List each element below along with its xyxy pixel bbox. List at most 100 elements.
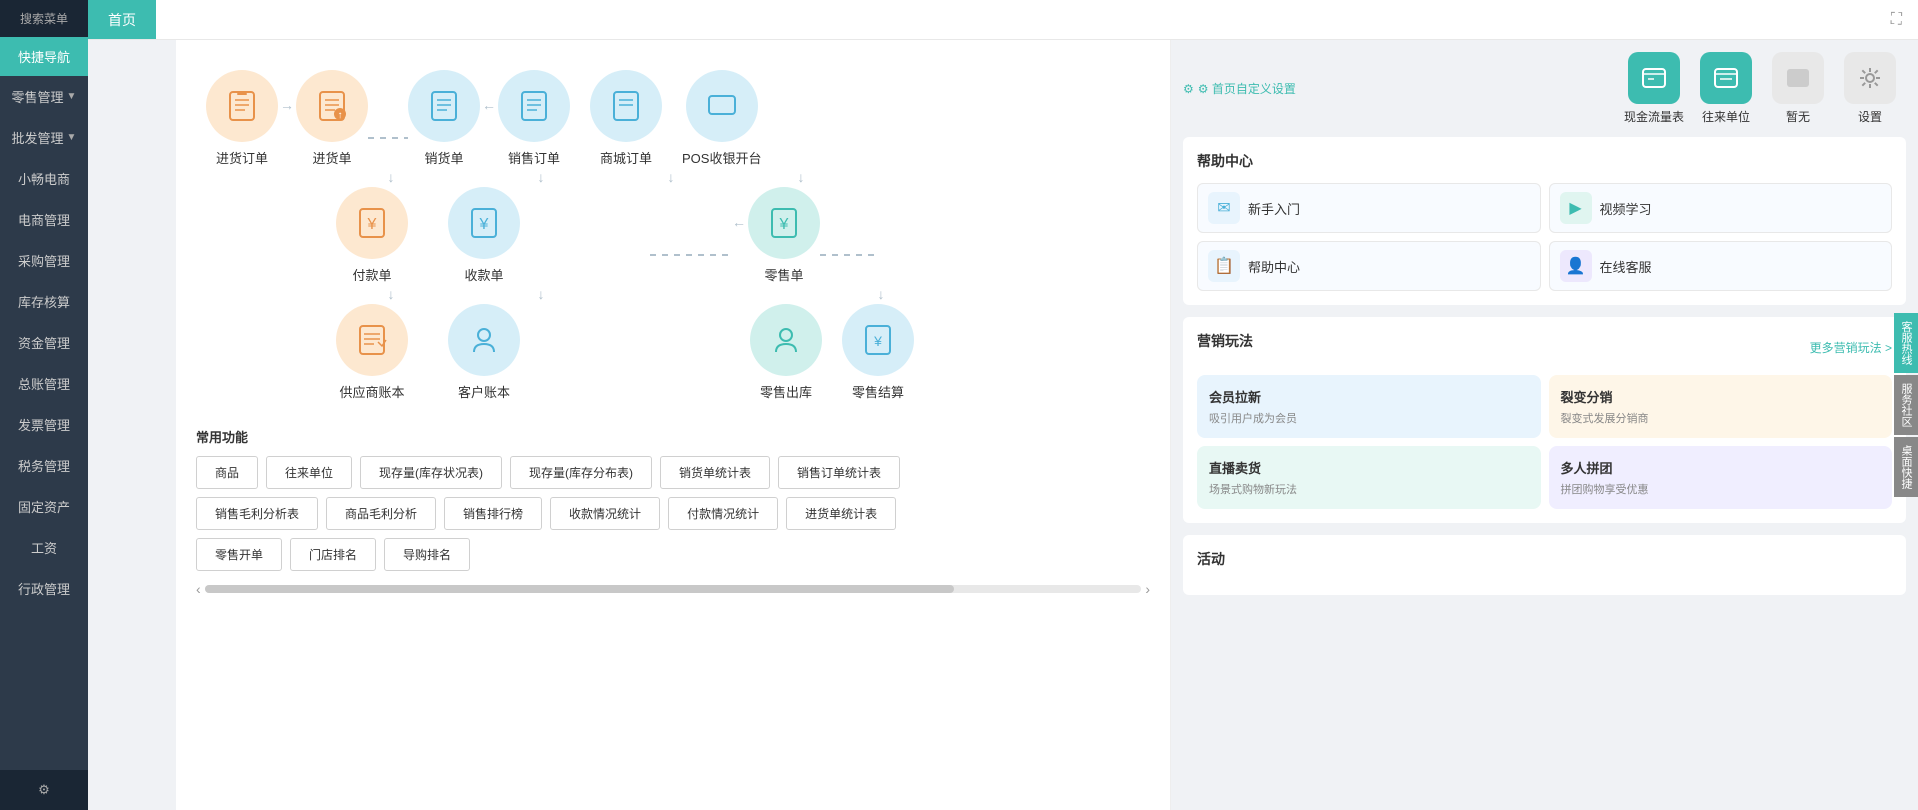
sidebar-item-finance[interactable]: 资金管理 — [0, 322, 88, 363]
sidebar-item-ledger[interactable]: 总账管理 — [0, 363, 88, 404]
sidebar-item-ecom-mgmt[interactable]: 电商管理 — [0, 199, 88, 240]
node-jinghuo-order[interactable]: 进货订单 — [206, 70, 278, 167]
node-supplier-account[interactable]: 供应商账本 — [336, 304, 408, 401]
gear-icon: ⚙ — [38, 782, 50, 797]
sidebar-item-purchase[interactable]: 采购管理 — [0, 240, 88, 281]
node-payment-out[interactable]: ¥ 付款单 — [336, 187, 408, 284]
sidebar-item-tax[interactable]: 税务管理 — [0, 445, 88, 486]
common-functions-title: 常用功能 — [196, 427, 1150, 446]
activity-title: 活动 — [1197, 549, 1892, 569]
node-payment-in[interactable]: ¥ 收款单 — [448, 187, 520, 284]
fn-btn-product[interactable]: 商品 — [196, 456, 258, 489]
sidebar-item-invoice[interactable]: 发票管理 — [0, 404, 88, 445]
sidebar-quicknav[interactable]: 快捷导航 — [0, 37, 88, 76]
arrow-right-1: → — [280, 97, 294, 141]
help-item-help[interactable]: 📋 帮助中心 — [1197, 241, 1541, 291]
scroll-right-arrow[interactable]: › — [1145, 581, 1150, 597]
node-retail-settle[interactable]: ¥ 零售结算 — [842, 304, 914, 401]
float-btn-desktop[interactable]: 桌面快捷 — [1894, 437, 1918, 497]
cashflow-icon-box — [1628, 52, 1680, 104]
cashflow-label: 现金流量表 — [1624, 108, 1684, 125]
marketing-item-member[interactable]: 会员拉新 吸引用户成为会员 — [1197, 375, 1541, 438]
sidebar-search[interactable]: 搜索菜单 — [0, 0, 88, 37]
common-functions-row3: 零售开单 门店排名 导购排名 — [196, 538, 1150, 571]
fn-btn-contacts[interactable]: 往来单位 — [266, 456, 352, 489]
tab-home[interactable]: 首页 — [88, 0, 156, 39]
scroll-track[interactable] — [205, 585, 1142, 593]
fn-btn-sales-stats[interactable]: 销货单统计表 — [660, 456, 770, 489]
quick-icon-contacts[interactable]: 往来单位 — [1690, 52, 1762, 125]
fn-btn-sales-order-stats[interactable]: 销售订单统计表 — [778, 456, 900, 489]
sidebar-item-inventory[interactable]: 库存核算 — [0, 281, 88, 322]
sidebar-item-wholesale[interactable]: 批发管理 ▼ — [0, 117, 88, 158]
contacts-icon-box — [1700, 52, 1752, 104]
arrow-down-jinghuo: ↓ — [336, 169, 446, 185]
node-customer-account[interactable]: 客户账本 — [448, 304, 520, 401]
fn-btn-purchase-stats[interactable]: 进货单统计表 — [786, 497, 896, 530]
float-btn-community[interactable]: 服务社区 — [1894, 375, 1918, 435]
topbar-right: ⛶ — [1891, 11, 1918, 29]
help-icon: 📋 — [1208, 250, 1240, 282]
common-functions-row1: 商品 往来单位 现存量(库存状况表) 现存量(库存分布表) 销货单统计表 销售订… — [196, 456, 1150, 489]
left-panel: 进货订单 → ↑ 进货单 销货单 — [176, 40, 1171, 810]
none-label: 暂无 — [1786, 108, 1810, 125]
customize-settings-link[interactable]: ⚙ ⚙ 首页自定义设置 — [1183, 80, 1296, 97]
fn-btn-gross-analysis[interactable]: 销售毛利分析表 — [196, 497, 318, 530]
beginner-label: 新手入门 — [1248, 199, 1300, 218]
sidebar-item-assets[interactable]: 固定资产 — [0, 486, 88, 527]
help-item-service[interactable]: 👤 在线客服 — [1549, 241, 1893, 291]
fn-btn-payment-stats[interactable]: 付款情况统计 — [668, 497, 778, 530]
more-marketing-link[interactable]: 更多营销玩法 > — [1810, 339, 1892, 356]
scroll-left-arrow[interactable]: ‹ — [196, 581, 201, 597]
arrow-left-retail: ← — [732, 214, 746, 258]
node-retail-dan[interactable]: ¥ 零售单 — [748, 187, 820, 284]
sidebar-item-admin[interactable]: 行政管理 — [0, 568, 88, 609]
sidebar-item-label: 行政管理 — [18, 579, 70, 598]
sidebar-item-ecom[interactable]: 小畅电商 — [0, 158, 88, 199]
node-jinghuo-dan[interactable]: ↑ 进货单 — [296, 70, 368, 167]
node-mall-order[interactable]: 商城订单 — [590, 70, 662, 167]
node-retail-out[interactable]: 零售出库 — [750, 304, 822, 401]
sidebar-item-label: 电商管理 — [18, 210, 70, 229]
marketing-item-group[interactable]: 多人拼团 拼团购物享受优惠 — [1549, 446, 1893, 509]
marketing-item-live[interactable]: 直播卖货 场景式购物新玩法 — [1197, 446, 1541, 509]
fn-btn-guide-rank[interactable]: 导购排名 — [384, 538, 470, 571]
common-functions-row2: 销售毛利分析表 商品毛利分析 销售排行榜 收款情况统计 付款情况统计 进货单统计… — [196, 497, 1150, 530]
sidebar-item-label: 库存核算 — [18, 292, 70, 311]
svg-text:¥: ¥ — [367, 216, 377, 233]
svg-text:¥: ¥ — [479, 216, 489, 233]
sidebar-item-retail[interactable]: 零售管理 ▼ — [0, 76, 88, 117]
fn-btn-store-rank[interactable]: 门店排名 — [290, 538, 376, 571]
fn-btn-stock-status[interactable]: 现存量(库存状况表) — [360, 456, 502, 489]
node-xiao-dan[interactable]: 销货单 — [408, 70, 480, 167]
quick-icon-settings[interactable]: 设置 — [1834, 52, 1906, 125]
sidebar-item-label: 采购管理 — [18, 251, 70, 270]
video-icon: ▶ — [1560, 192, 1592, 224]
help-item-video[interactable]: ▶ 视频学习 — [1549, 183, 1893, 233]
common-functions: 常用功能 商品 往来单位 现存量(库存状况表) 现存量(库存分布表) 销货单统计… — [196, 427, 1150, 597]
fn-btn-receipt-stats[interactable]: 收款情况统计 — [550, 497, 660, 530]
fn-btn-product-gross[interactable]: 商品毛利分析 — [326, 497, 436, 530]
sidebar-item-label: 批发管理 — [12, 128, 64, 147]
dash-pos-retail — [820, 254, 880, 256]
quick-icon-cashflow[interactable]: 现金流量表 — [1618, 52, 1690, 125]
fn-btn-retail-order[interactable]: 零售开单 — [196, 538, 282, 571]
node-sales-order[interactable]: 销售订单 — [498, 70, 570, 167]
chevron-down-icon: ▼ — [67, 132, 77, 143]
marketing-item-fission[interactable]: 裂变分销 裂变式发展分销商 — [1549, 375, 1893, 438]
arrow-down-retail: ↓ — [826, 286, 936, 302]
marketing-grid: 会员拉新 吸引用户成为会员 裂变分销 裂变式发展分销商 直播卖货 场景式购物新玩… — [1197, 375, 1892, 509]
help-center-title: 帮助中心 — [1197, 151, 1892, 171]
float-btn-service[interactable]: 客服热线 — [1894, 313, 1918, 373]
marketing-header: 营销玩法 更多营销玩法 > — [1197, 331, 1892, 363]
sidebar-item-salary[interactable]: 工资 — [0, 527, 88, 568]
sidebar-settings[interactable]: ⚙ — [0, 770, 88, 810]
help-item-beginner[interactable]: ✉ 新手入门 — [1197, 183, 1541, 233]
node-pos[interactable]: POS收银开台 — [682, 70, 761, 167]
fullscreen-icon[interactable]: ⛶ — [1891, 11, 1902, 28]
fn-btn-stock-dist[interactable]: 现存量(库存分布表) — [510, 456, 652, 489]
right-panel: ⚙ ⚙ 首页自定义设置 现金流量表 往来单位 暂无 — [1171, 40, 1918, 810]
fn-btn-sales-rank[interactable]: 销售排行榜 — [444, 497, 542, 530]
quick-icon-none[interactable]: 暂无 — [1762, 52, 1834, 125]
sidebar-item-label: 税务管理 — [18, 456, 70, 475]
